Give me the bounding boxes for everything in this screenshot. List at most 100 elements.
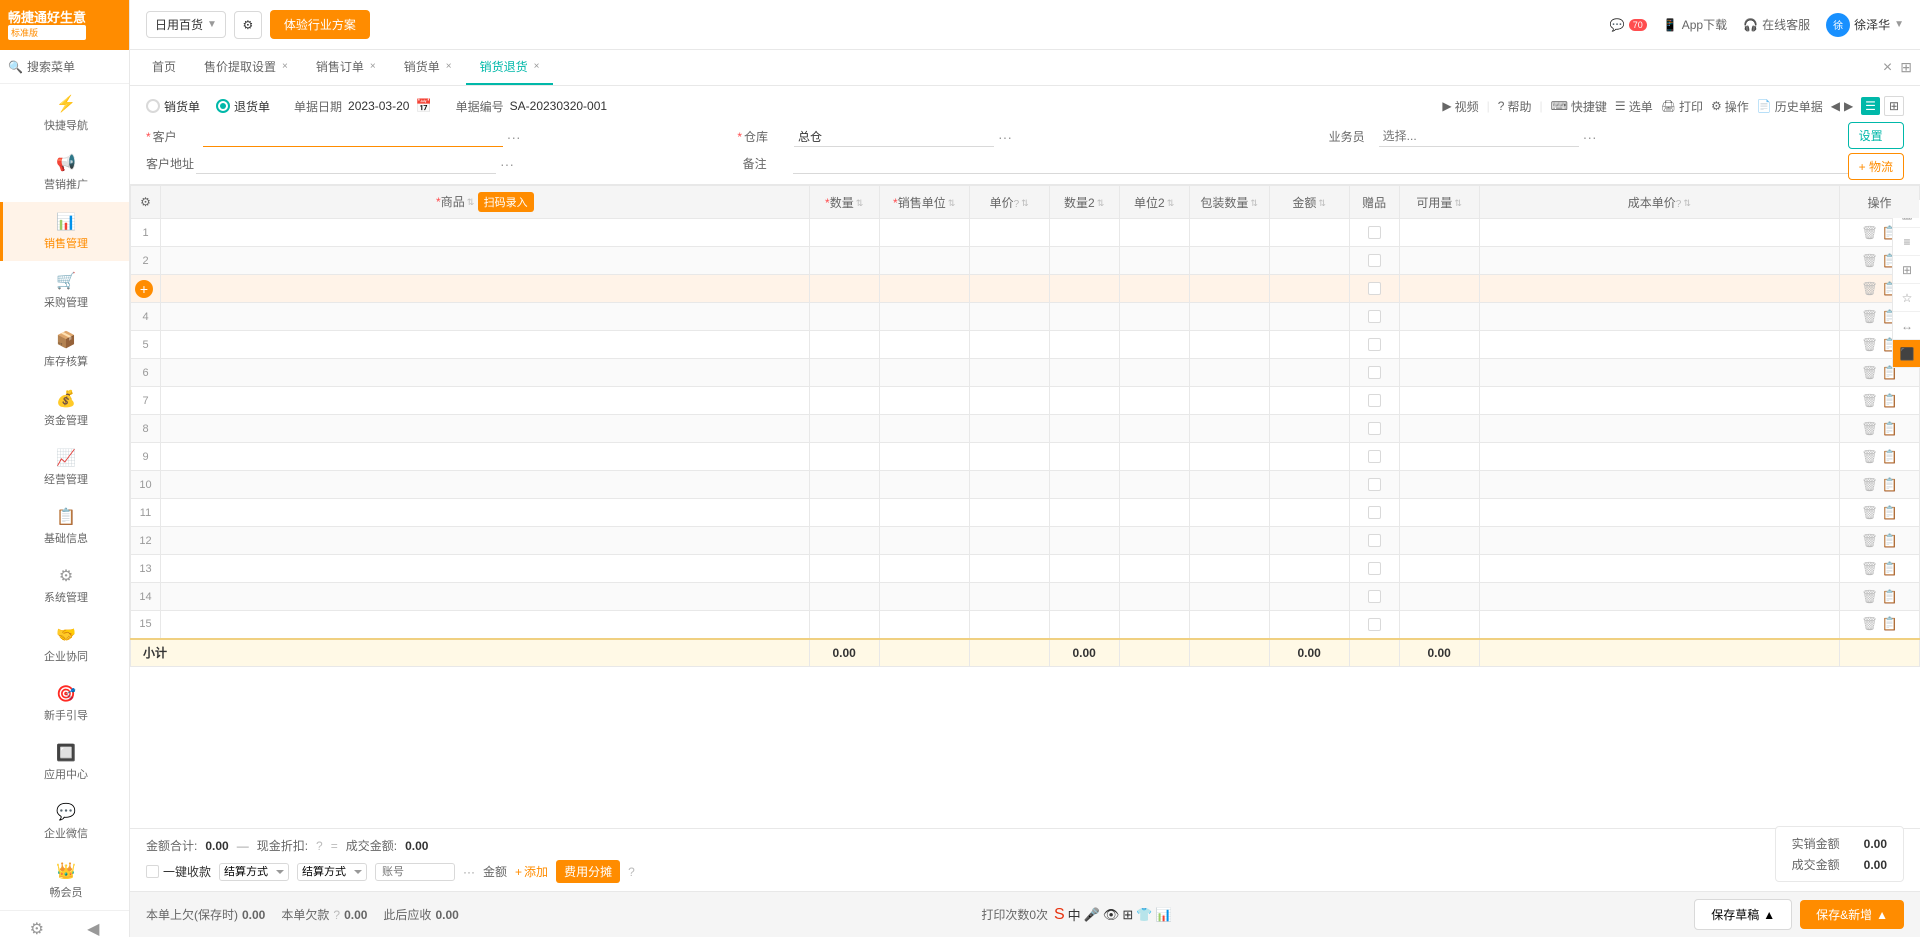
product-input-3[interactable] bbox=[165, 282, 805, 296]
row-unit-15[interactable] bbox=[879, 611, 969, 639]
row-product-5[interactable] bbox=[161, 331, 810, 359]
row-gift-15[interactable] bbox=[1349, 611, 1399, 639]
row-unit2-15[interactable] bbox=[1119, 611, 1189, 639]
radio-sale[interactable]: 销货单 bbox=[146, 98, 200, 115]
delete-row-11[interactable]: 🗑 bbox=[1861, 505, 1878, 521]
sidebar-item-finance[interactable]: 💰 资金管理 bbox=[0, 379, 129, 438]
app-download-item[interactable]: 📱 App下载 bbox=[1663, 16, 1727, 33]
row-available-2[interactable] bbox=[1399, 247, 1479, 275]
header-action-shortcut[interactable]: ⌨ 快捷键 bbox=[1551, 98, 1607, 115]
row-unit-3[interactable] bbox=[879, 275, 969, 303]
row-cost-6[interactable] bbox=[1479, 359, 1839, 387]
delete-row-9[interactable]: 🗑 bbox=[1861, 449, 1878, 465]
calendar-icon[interactable]: 📅 bbox=[415, 98, 431, 114]
row-settings-15[interactable]: 15 bbox=[131, 611, 161, 639]
row-price-15[interactable] bbox=[969, 611, 1049, 639]
row-unit2-7[interactable] bbox=[1119, 387, 1189, 415]
row-amount-12[interactable] bbox=[1269, 527, 1349, 555]
row-unit-1[interactable] bbox=[879, 219, 969, 247]
delete-row-4[interactable]: 🗑 bbox=[1861, 309, 1878, 325]
row-gift-6[interactable] bbox=[1349, 359, 1399, 387]
account-input[interactable] bbox=[375, 863, 455, 881]
row-cost-3[interactable] bbox=[1479, 275, 1839, 303]
row-product-15[interactable] bbox=[161, 611, 810, 639]
copy-row-8[interactable]: 📋 bbox=[1882, 421, 1898, 437]
row-unit2-3[interactable] bbox=[1119, 275, 1189, 303]
row-pack-qty-1[interactable] bbox=[1189, 219, 1269, 247]
row-qty2-10[interactable] bbox=[1049, 471, 1119, 499]
row-product-10[interactable] bbox=[161, 471, 810, 499]
row-unit-5[interactable] bbox=[879, 331, 969, 359]
row-available-1[interactable] bbox=[1399, 219, 1479, 247]
row-settings-2[interactable]: 2 bbox=[131, 247, 161, 275]
row-cost-10[interactable] bbox=[1479, 471, 1839, 499]
row-qty-9[interactable] bbox=[809, 443, 879, 471]
online-service-item[interactable]: 🎧 在线客服 bbox=[1743, 16, 1810, 33]
delete-row-8[interactable]: 🗑 bbox=[1861, 421, 1878, 437]
row-unit-9[interactable] bbox=[879, 443, 969, 471]
row-unit-2[interactable] bbox=[879, 247, 969, 275]
gift-checkbox-15[interactable] bbox=[1368, 618, 1381, 631]
sort-pack[interactable]: ⇅ bbox=[1250, 198, 1258, 208]
gift-checkbox-9[interactable] bbox=[1368, 450, 1381, 463]
row-gift-1[interactable] bbox=[1349, 219, 1399, 247]
row-gift-9[interactable] bbox=[1349, 443, 1399, 471]
row-gift-4[interactable] bbox=[1349, 303, 1399, 331]
close-price-settings[interactable]: × bbox=[282, 61, 288, 72]
row-amount-15[interactable] bbox=[1269, 611, 1349, 639]
row-price-5[interactable] bbox=[969, 331, 1049, 359]
row-pack-qty-11[interactable] bbox=[1189, 499, 1269, 527]
message-item[interactable]: 💬 70 bbox=[1610, 18, 1647, 32]
row-available-15[interactable] bbox=[1399, 611, 1479, 639]
row-unit2-13[interactable] bbox=[1119, 555, 1189, 583]
row-qty-14[interactable] bbox=[809, 583, 879, 611]
logistics-btn[interactable]: + 物流 bbox=[1848, 153, 1904, 180]
copy-row-9[interactable]: 📋 bbox=[1882, 449, 1898, 465]
row-settings-9[interactable]: 9 bbox=[131, 443, 161, 471]
row-gift-8[interactable] bbox=[1349, 415, 1399, 443]
row-product-2[interactable] bbox=[161, 247, 810, 275]
list-view-icon[interactable]: ☰ bbox=[1861, 97, 1880, 115]
row-unit2-4[interactable] bbox=[1119, 303, 1189, 331]
address-dots[interactable]: ··· bbox=[500, 156, 514, 172]
row-amount-7[interactable] bbox=[1269, 387, 1349, 415]
row-qty-11[interactable] bbox=[809, 499, 879, 527]
delete-row-14[interactable]: 🗑 bbox=[1861, 589, 1878, 605]
row-qty2-4[interactable] bbox=[1049, 303, 1119, 331]
prev-icon[interactable]: ◀ bbox=[1831, 99, 1840, 113]
sort-product[interactable]: ⇅ bbox=[467, 197, 475, 207]
close-sales-return[interactable]: × bbox=[534, 61, 540, 72]
row-product-7[interactable] bbox=[161, 387, 810, 415]
row-amount-6[interactable] bbox=[1269, 359, 1349, 387]
row-qty-7[interactable] bbox=[809, 387, 879, 415]
row-settings-12[interactable]: 12 bbox=[131, 527, 161, 555]
row-available-12[interactable] bbox=[1399, 527, 1479, 555]
row-product-9[interactable] bbox=[161, 443, 810, 471]
right-tool-5[interactable]: ↔ bbox=[1893, 312, 1920, 340]
row-qty-1[interactable] bbox=[809, 219, 879, 247]
sidebar-item-app-center[interactable]: 🔲 应用中心 bbox=[0, 733, 129, 792]
row-settings-6[interactable]: 6 bbox=[131, 359, 161, 387]
add-btn[interactable]: + 添加 bbox=[515, 863, 548, 880]
row-unit-4[interactable] bbox=[879, 303, 969, 331]
customer-input[interactable] bbox=[203, 126, 503, 147]
delete-row-2[interactable]: 🗑 bbox=[1861, 253, 1878, 269]
row-unit-14[interactable] bbox=[879, 583, 969, 611]
row-amount-3[interactable] bbox=[1269, 275, 1349, 303]
row-settings-3[interactable]: + bbox=[131, 275, 161, 303]
row-settings-8[interactable]: 8 bbox=[131, 415, 161, 443]
row-unit-10[interactable] bbox=[879, 471, 969, 499]
row-pack-qty-8[interactable] bbox=[1189, 415, 1269, 443]
row-available-13[interactable] bbox=[1399, 555, 1479, 583]
sidebar-item-wechat[interactable]: 💬 企业微信 bbox=[0, 792, 129, 851]
col-settings[interactable]: ⚙ bbox=[131, 186, 161, 219]
delete-row-10[interactable]: 🗑 bbox=[1861, 477, 1878, 493]
row-product-1[interactable] bbox=[161, 219, 810, 247]
sidebar-item-marketing[interactable]: 📢 营销推广 bbox=[0, 143, 129, 202]
sidebar-item-inventory[interactable]: 📦 库存核算 bbox=[0, 320, 129, 379]
experience-btn[interactable]: 体验行业方案 bbox=[270, 10, 370, 39]
row-cost-1[interactable] bbox=[1479, 219, 1839, 247]
gift-checkbox-12[interactable] bbox=[1368, 534, 1381, 547]
row-gift-14[interactable] bbox=[1349, 583, 1399, 611]
row-price-2[interactable] bbox=[969, 247, 1049, 275]
